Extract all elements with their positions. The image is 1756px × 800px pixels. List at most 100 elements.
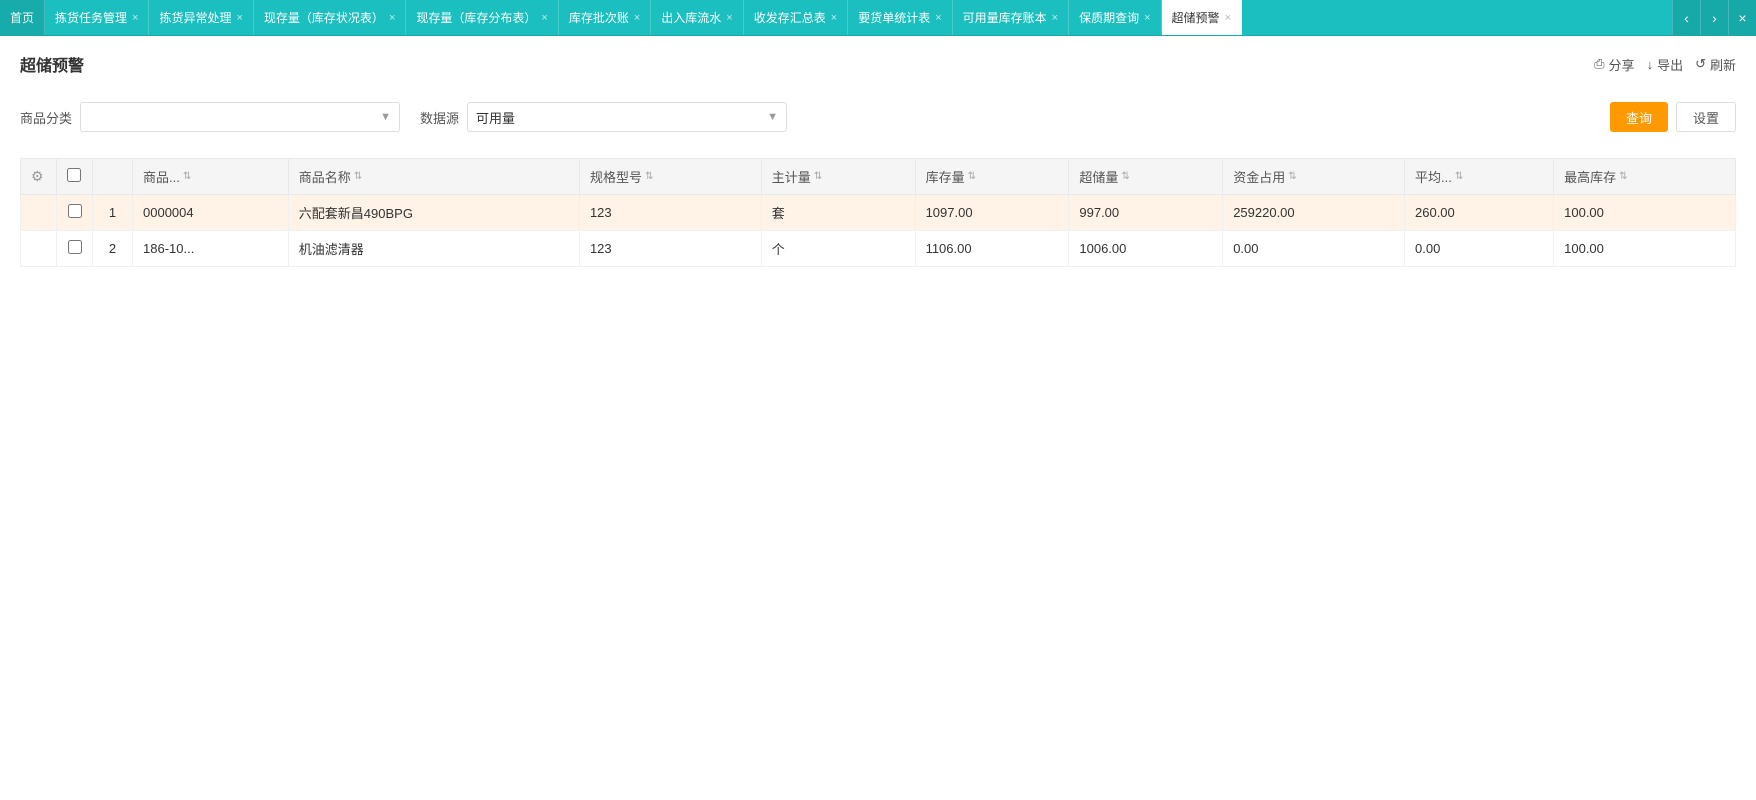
tab-quality-check-close[interactable]: × [1144, 12, 1150, 24]
th-max-stock[interactable]: 最高库存 ⇅ [1554, 159, 1736, 195]
sort-icon-avg: ⇅ [1455, 171, 1463, 182]
select-all-checkbox[interactable] [67, 168, 81, 182]
tab-available-account[interactable]: 可用量库存账本 × [953, 0, 1069, 36]
column-settings-icon[interactable]: ⚙ [31, 168, 44, 184]
row-product-name-1: 机油滤清器 [288, 231, 579, 267]
filter-action-buttons: 查询 设置 [1610, 102, 1736, 132]
export-icon: ↓ [1647, 57, 1654, 72]
share-button[interactable]: ⎙ 分享 [1594, 55, 1634, 74]
tab-inventory-dist-close[interactable]: × [541, 12, 547, 24]
table-row: 1 0000004 六配套新昌490BPG 123 套 1097.00 997.… [21, 195, 1736, 231]
tab-home-label: 首页 [10, 9, 34, 26]
page-header: 超储预警 ⎙ 分享 ↓ 导出 ↺ 刷新 [20, 52, 1736, 76]
datasource-select[interactable]: 可用量 ▼ [467, 102, 787, 132]
th-product-name-label: 商品名称 [299, 167, 351, 186]
th-avg[interactable]: 平均... ⇅ [1405, 159, 1554, 195]
tab-task-mgmt[interactable]: 拣货任务管理 × [45, 0, 149, 36]
th-capital[interactable]: 资金占用 ⇅ [1223, 159, 1405, 195]
tab-inout-flow-close[interactable]: × [726, 12, 732, 24]
th-max-stock-label: 最高库存 [1564, 167, 1616, 186]
th-overstock-label: 超储量 [1079, 167, 1118, 186]
th-product-code[interactable]: 商品... ⇅ [133, 159, 289, 195]
sort-icon-spec: ⇅ [645, 171, 653, 182]
row-num-1: 2 [93, 231, 133, 267]
row-overstock-1: 1006.00 [1069, 231, 1223, 267]
header-actions: ⎙ 分享 ↓ 导出 ↺ 刷新 [1594, 55, 1736, 74]
tab-abnormal-close[interactable]: × [236, 12, 242, 24]
th-spec[interactable]: 规格型号 ⇅ [579, 159, 761, 195]
query-button[interactable]: 查询 [1610, 102, 1668, 132]
nav-arrows: ‹ › × [1672, 0, 1756, 36]
export-button[interactable]: ↓ 导出 [1647, 55, 1684, 74]
tab-overstock-warning[interactable]: 超储预警 × [1162, 0, 1242, 36]
datasource-dropdown-icon: ▼ [767, 111, 778, 123]
settings-button[interactable]: 设置 [1676, 102, 1736, 132]
nav-arrow-right[interactable]: › [1700, 0, 1728, 36]
row-max-stock-0: 100.00 [1554, 195, 1736, 231]
th-avg-label: 平均... [1415, 167, 1452, 186]
nav-arrow-left[interactable]: ‹ [1672, 0, 1700, 36]
row-gear-1 [21, 231, 57, 267]
share-icon: ⎙ [1594, 56, 1604, 72]
filter-row: 商品分类 ▼ 数据源 可用量 ▼ 查询 设置 [20, 92, 1736, 142]
tab-order-stat-close[interactable]: × [935, 12, 941, 24]
th-capital-label: 资金占用 [1233, 167, 1285, 186]
tab-inventory-status-close[interactable]: × [389, 12, 395, 24]
th-unit[interactable]: 主计量 ⇅ [761, 159, 915, 195]
th-stock-label: 库存量 [926, 167, 965, 186]
export-label: 导出 [1657, 55, 1683, 74]
row-checkbox-0[interactable] [57, 195, 93, 231]
datasource-filter: 数据源 可用量 ▼ [420, 102, 787, 132]
tab-inventory-dist[interactable]: 现存量（库存分布表） × [406, 0, 558, 36]
nav-arrow-close[interactable]: × [1728, 0, 1756, 36]
row-stock-0: 1097.00 [915, 195, 1069, 231]
row-unit-1: 个 [761, 231, 915, 267]
tab-batch-account[interactable]: 库存批次账 × [559, 0, 651, 36]
top-navigation: 首页 拣货任务管理 × 拣货异常处理 × 现存量（库存状况表） × 现存量（库存… [0, 0, 1756, 36]
sort-icon-stock: ⇅ [968, 171, 976, 182]
row-product-name-0: 六配套新昌490BPG [288, 195, 579, 231]
tab-inventory-status[interactable]: 现存量（库存状况表） × [254, 0, 406, 36]
row-select-0[interactable] [68, 204, 82, 218]
tab-overstock-warning-close[interactable]: × [1225, 12, 1231, 24]
category-label: 商品分类 [20, 108, 72, 127]
tab-recv-send-close[interactable]: × [831, 12, 837, 24]
sort-icon-product-name: ⇅ [354, 171, 362, 182]
refresh-icon: ↺ [1695, 56, 1706, 72]
data-table: ⚙ 商品... ⇅ 商品名称 ⇅ [20, 158, 1736, 267]
table-header: ⚙ 商品... ⇅ 商品名称 ⇅ [21, 159, 1736, 195]
tab-batch-account-close[interactable]: × [634, 12, 640, 24]
tab-available-account-label: 可用量库存账本 [963, 9, 1047, 26]
tab-available-account-close[interactable]: × [1052, 12, 1058, 24]
tab-order-stat[interactable]: 要货单统计表 × [848, 0, 952, 36]
th-product-name[interactable]: 商品名称 ⇅ [288, 159, 579, 195]
tab-quality-check[interactable]: 保质期查询 × [1069, 0, 1161, 36]
row-product-code-0: 0000004 [133, 195, 289, 231]
sort-icon-product-code: ⇅ [183, 171, 191, 182]
row-avg-1: 0.00 [1405, 231, 1554, 267]
tab-batch-account-label: 库存批次账 [569, 9, 629, 26]
tab-home[interactable]: 首页 [0, 0, 45, 36]
tab-inout-flow[interactable]: 出入库流水 × [651, 0, 743, 36]
share-label: 分享 [1609, 55, 1635, 74]
row-gear-0 [21, 195, 57, 231]
refresh-label: 刷新 [1710, 55, 1736, 74]
sort-icon-max-stock: ⇅ [1619, 171, 1627, 182]
category-select[interactable]: ▼ [80, 102, 400, 132]
row-capital-1: 0.00 [1223, 231, 1405, 267]
refresh-button[interactable]: ↺ 刷新 [1695, 55, 1736, 74]
page-title: 超储预警 [20, 52, 84, 76]
row-checkbox-1[interactable] [57, 231, 93, 267]
tab-task-mgmt-close[interactable]: × [132, 12, 138, 24]
tab-inventory-dist-label: 现存量（库存分布表） [416, 9, 536, 26]
datasource-select-value: 可用量 [476, 108, 767, 127]
tab-abnormal[interactable]: 拣货异常处理 × [149, 0, 253, 36]
row-spec-1: 123 [579, 231, 761, 267]
th-product-code-label: 商品... [143, 167, 180, 186]
th-overstock[interactable]: 超储量 ⇅ [1069, 159, 1223, 195]
tab-order-stat-label: 要货单统计表 [858, 9, 930, 26]
th-stock[interactable]: 库存量 ⇅ [915, 159, 1069, 195]
row-select-1[interactable] [68, 240, 82, 254]
tab-inventory-status-label: 现存量（库存状况表） [264, 9, 384, 26]
tab-recv-send[interactable]: 收发存汇总表 × [744, 0, 848, 36]
